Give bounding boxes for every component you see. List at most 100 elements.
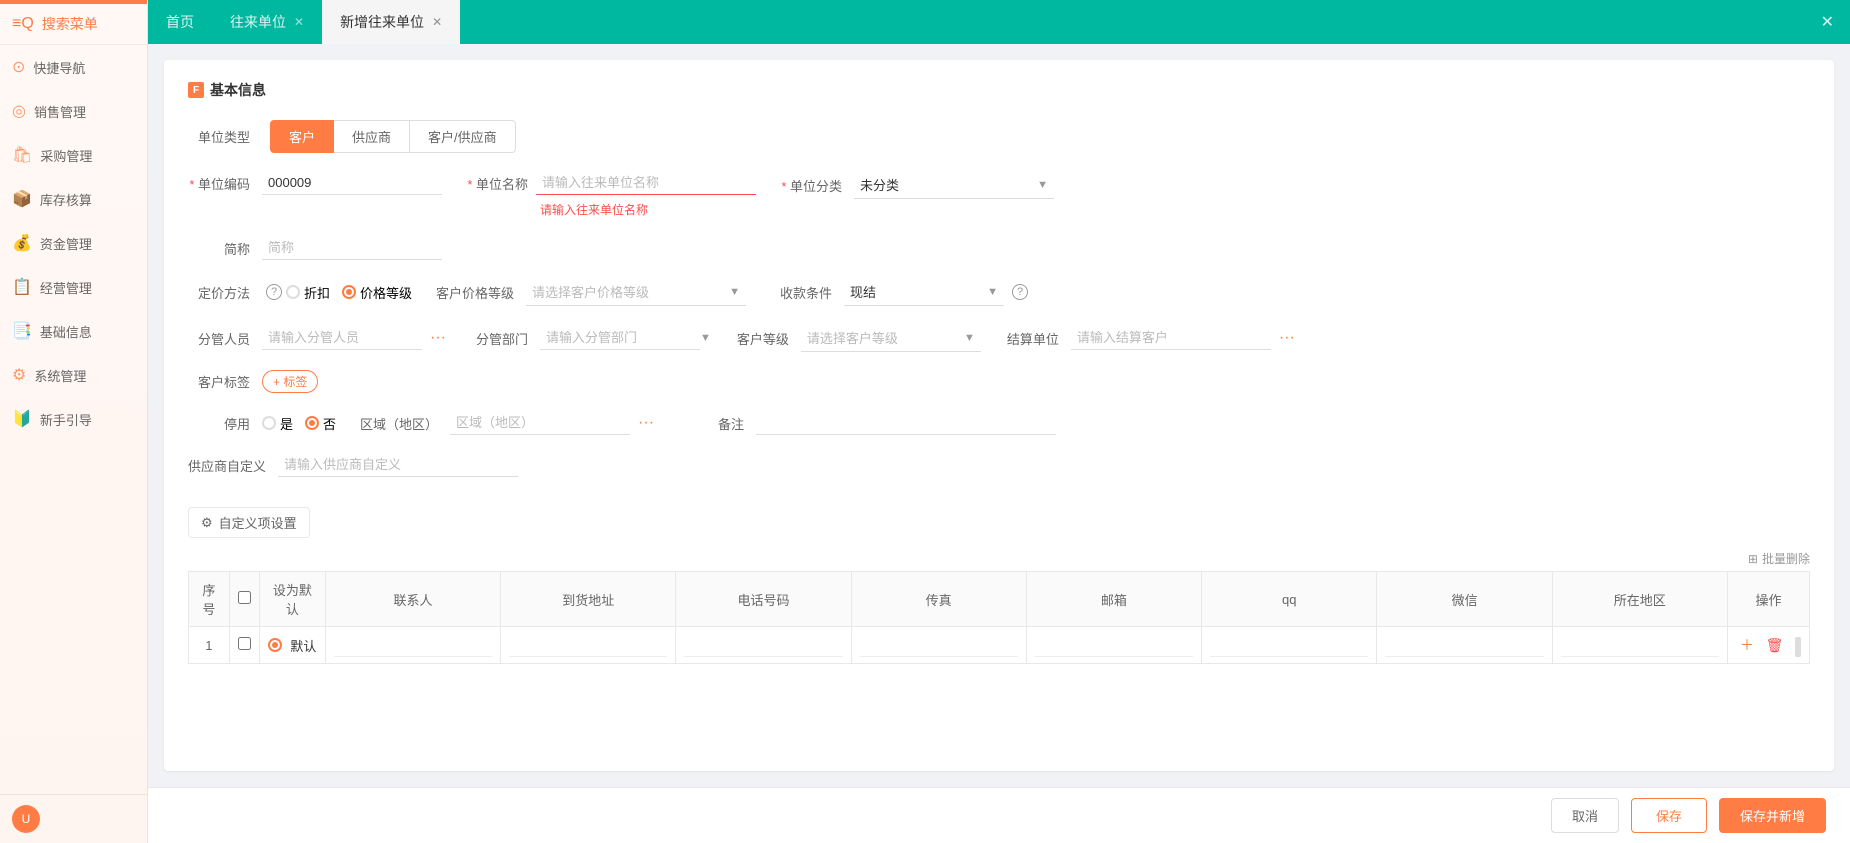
region-input[interactable]	[450, 411, 630, 435]
tab-home[interactable]: 首页	[148, 0, 212, 44]
section-icon: F	[188, 82, 204, 98]
window-close-button[interactable]: ✕	[1805, 0, 1850, 44]
tab-new-partner[interactable]: 新增往来单位 ✕	[322, 0, 460, 44]
settlement-unit-input[interactable]	[1071, 326, 1271, 350]
unit-code-label: 单位编码	[188, 174, 258, 193]
disabled-yes-circle	[262, 416, 276, 430]
region-label: 区域（地区）	[360, 414, 446, 433]
manager-input[interactable]	[262, 326, 422, 350]
remarks-input[interactable]	[756, 411, 1056, 435]
customer-level-select[interactable]: 请选择客户等级 ▼	[801, 324, 981, 352]
contacts-table: 序号 设为默认 联系人 到货地址 电话号码 传真 邮箱 qq 微信 所在地区 操…	[188, 571, 1810, 664]
tab-partners[interactable]: 往来单位✕	[212, 0, 322, 44]
save-new-button[interactable]: 保存并新增	[1719, 798, 1826, 833]
disabled-yes-label: 是	[280, 414, 293, 433]
tab-label-new-partner: 新增往来单位	[340, 12, 424, 32]
price-level-radio-label: 价格等级	[360, 283, 412, 302]
department-input[interactable]	[540, 326, 700, 350]
discount-radio-circle	[286, 285, 300, 299]
disabled-no-label: 否	[323, 414, 336, 433]
region-more-button[interactable]: ···	[634, 414, 658, 432]
row-phone[interactable]	[676, 627, 851, 664]
sidebar-item-guide[interactable]: 🔰新手引导	[0, 397, 147, 441]
unit-type-supplier-button[interactable]: 供应商	[334, 120, 410, 153]
unit-name-error: 请输入往来单位名称	[540, 201, 648, 218]
row-contact[interactable]	[325, 627, 500, 664]
table-row: 1 默认	[189, 627, 1810, 664]
col-checkbox[interactable]	[229, 572, 259, 627]
select-all-checkbox[interactable]	[238, 591, 251, 604]
row-default[interactable]: 默认	[259, 627, 325, 664]
batch-delete-area[interactable]: ⊞ 批量删除	[188, 550, 1810, 567]
save-button[interactable]: 保存	[1631, 798, 1707, 833]
disabled-row: 停用 是 否 区域（地区） ···	[188, 411, 1810, 435]
sidebar-item-inventory[interactable]: 📦库存核算	[0, 177, 147, 221]
sidebar-item-quick-nav[interactable]: ⊙快捷导航	[0, 45, 147, 89]
sidebar-search[interactable]: ≡Q 搜索菜单	[0, 4, 147, 45]
row-checkbox-input[interactable]	[238, 637, 251, 650]
sidebar-item-basic[interactable]: 📑基础信息	[0, 309, 147, 353]
row-delete-button[interactable]: 🗑	[1762, 635, 1788, 656]
tab-close-new-partner[interactable]: ✕	[432, 15, 442, 29]
custom-settings-label: 自定义项设置	[219, 513, 297, 532]
row-email[interactable]	[1026, 627, 1201, 664]
copy-icon: ⊞	[1748, 552, 1758, 566]
tab-spacer	[460, 0, 1804, 44]
row-add-button[interactable]: ＋	[1736, 633, 1758, 657]
unit-category-field: 单位分类 未分类 ▼	[780, 171, 1054, 199]
disabled-no-radio[interactable]: 否	[305, 414, 336, 433]
row-fax[interactable]	[851, 627, 1026, 664]
short-name-input[interactable]	[262, 236, 442, 260]
manager-row: 分管人员 ··· 分管部门 ▼ 客户等级 请选择客户等级 ▼	[188, 324, 1810, 352]
sidebar-label-sales: 销售管理	[34, 102, 86, 121]
sidebar-label-guide: 新手引导	[40, 410, 92, 429]
sidebar-label-quick-nav: 快捷导航	[33, 58, 85, 77]
disabled-no-circle	[305, 416, 319, 430]
content-area: F 基本信息 单位类型 客户供应商客户/供应商 单位编码 单位名称	[148, 44, 1850, 787]
unit-category-select[interactable]: 未分类 ▼	[854, 171, 1054, 199]
code-name-category-row: 单位编码 单位名称 请输入往来单位名称 单位分类 未分类	[188, 171, 1810, 218]
manager-more-button[interactable]: ···	[426, 329, 450, 347]
col-region: 所在地区	[1552, 572, 1727, 627]
disabled-yes-radio[interactable]: 是	[262, 414, 293, 433]
supplier-custom-input[interactable]	[278, 453, 518, 477]
cancel-button[interactable]: 取消	[1551, 798, 1619, 833]
tab-close-partners[interactable]: ✕	[294, 15, 304, 29]
settlement-more-button[interactable]: ···	[1275, 329, 1299, 347]
sidebar-item-operations[interactable]: 📋经营管理	[0, 265, 147, 309]
unit-type-both-button[interactable]: 客户/供应商	[410, 120, 516, 153]
row-wechat[interactable]	[1377, 627, 1552, 664]
remarks-label: 备注	[682, 414, 752, 433]
row-qq[interactable]	[1202, 627, 1377, 664]
row-address[interactable]	[501, 627, 676, 664]
row-region[interactable]	[1552, 627, 1727, 664]
disabled-field: 停用 是 否	[188, 414, 336, 433]
pricing-level-radio[interactable]: 价格等级	[342, 283, 412, 302]
pricing-row: 定价方法 ? 折扣 价格等级 客户价格等级	[188, 278, 1810, 306]
customer-level-arrow: ▼	[964, 332, 975, 344]
add-tag-button[interactable]: + 标签	[262, 370, 318, 393]
unit-type-row: 单位类型 客户供应商客户/供应商	[188, 120, 1810, 153]
sidebar-item-sales[interactable]: ◎销售管理	[0, 89, 147, 133]
row-checkbox[interactable]	[229, 627, 259, 664]
sidebar-item-system[interactable]: ⚙系统管理	[0, 353, 147, 397]
customer-price-level-select[interactable]: 请选择客户价格等级 ▼	[526, 278, 746, 306]
unit-category-arrow: ▼	[1037, 179, 1048, 191]
sidebar-item-finance[interactable]: 💰资金管理	[0, 221, 147, 265]
row-default-radio[interactable]: 默认	[268, 636, 317, 655]
sidebar-item-purchase[interactable]: 🛍采购管理	[0, 133, 147, 177]
pricing-help-icon[interactable]: ?	[266, 284, 282, 300]
unit-type-customer-button[interactable]: 客户	[270, 120, 334, 153]
supplier-custom-label: 供应商自定义	[188, 456, 274, 475]
unit-code-input[interactable]	[262, 171, 442, 195]
payment-terms-select[interactable]: 现结 ▼	[844, 278, 1004, 306]
unit-category-label: 单位分类	[780, 176, 850, 195]
row-drag-handle	[1795, 637, 1801, 657]
payment-terms-field: 收款条件 现结 ▼ ?	[770, 278, 1028, 306]
pricing-discount-radio[interactable]: 折扣	[286, 283, 330, 302]
unit-name-input[interactable]	[536, 171, 756, 195]
custom-settings-button[interactable]: ⚙ 自定义项设置	[188, 507, 310, 538]
col-no: 序号	[189, 572, 230, 627]
settlement-unit-field: 结算单位 ···	[997, 326, 1299, 350]
payment-terms-help-icon[interactable]: ?	[1012, 284, 1028, 300]
